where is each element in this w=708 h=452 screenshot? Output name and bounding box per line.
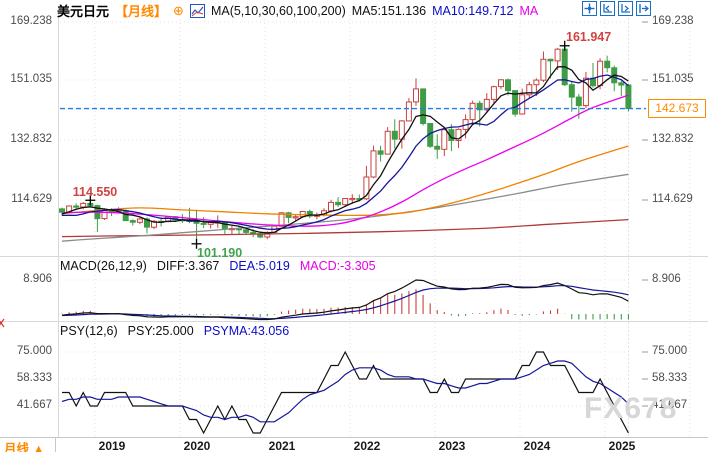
- pan-right-icon: [638, 3, 649, 14]
- zoom-in-icon: [620, 3, 631, 14]
- x-label-2020: 2020: [173, 439, 221, 452]
- crosshair-button[interactable]: [582, 1, 597, 16]
- x-label-2021: 2021: [258, 439, 306, 452]
- annotation-high-2018: 114.550: [64, 185, 126, 199]
- macd-hist-value: MACD:-3.305: [300, 259, 376, 273]
- y-label-left-3: 114.629: [2, 193, 52, 205]
- macd-diff-value: DIFF:3.367: [157, 259, 220, 273]
- pan-right-button[interactable]: [636, 1, 651, 16]
- psyma-value: PSYMA:43.056: [204, 324, 289, 338]
- fx678-watermark: FX678: [584, 392, 677, 426]
- psy-scale-right-1: 58.333: [652, 372, 687, 384]
- macd-header: MACD(26,12,9) DIFF:3.367 DEA:5.019 MACD:…: [60, 259, 376, 273]
- y-label-right-0: 169.238: [652, 15, 694, 27]
- macd-scale-left: 8.906: [2, 273, 52, 285]
- macd-title: MACD(26,12,9): [60, 259, 147, 273]
- ma10-value: MA10:149.712: [432, 4, 513, 18]
- zoom-out-icon: [602, 3, 613, 14]
- psy-value: PSY:25.000: [128, 324, 194, 338]
- expand-icon[interactable]: ⊕: [173, 3, 184, 19]
- x-label-2022: 2022: [343, 439, 391, 452]
- zoom-in-button[interactable]: [618, 1, 633, 16]
- psy-scale-right-0: 75.000: [652, 345, 687, 357]
- chart-app: 美元日元 【月线】 ⊕ MA(5,10,30,60,100,200) MA5:1…: [0, 0, 708, 452]
- annotation-low-2020: 101.190: [197, 246, 242, 260]
- chart-toolbar: [582, 1, 651, 16]
- y-label-right-3: 114.629: [652, 193, 693, 205]
- triangle-up-icon: ▲: [33, 442, 45, 452]
- ma-settings-label: MA(5,10,30,60,100,200): [211, 4, 346, 18]
- ma-more-value: MA: [519, 4, 538, 18]
- x-label-2019: 2019: [88, 439, 136, 452]
- y-label-right-1: 151.035: [652, 73, 694, 85]
- x-label-2024: 2024: [513, 439, 561, 452]
- line-chart-icon[interactable]: [190, 4, 205, 18]
- psy-scale-left-2: 41.667: [2, 399, 52, 411]
- y-label-left-1: 151.035: [2, 73, 52, 85]
- y-label-left-2: 132.832: [2, 133, 52, 145]
- current-price-badge: 142.673: [648, 99, 706, 118]
- x-label-2025: 2025: [598, 439, 646, 452]
- annotation-high-2024: 161.947: [566, 30, 611, 44]
- period-selector[interactable]: 月线 ▲: [4, 438, 45, 452]
- ma5-value: MA5:151.136: [352, 4, 426, 18]
- psy-title: PSY(12,6): [60, 324, 118, 338]
- psy-header: PSY(12,6) PSY:25.000 PSYMA:43.056: [60, 324, 289, 338]
- y-label-left-0: 169.238: [2, 15, 52, 27]
- psy-scale-left-1: 58.333: [2, 372, 52, 384]
- macd-scale-right: 8.906: [652, 273, 681, 285]
- y-label-right-2: 132.832: [652, 133, 694, 145]
- period-selector-label: 月线: [4, 442, 29, 452]
- x-label-2023: 2023: [428, 439, 476, 452]
- symbol-name[interactable]: 美元日元: [57, 1, 109, 20]
- macd-dea-value: DEA:5.019: [229, 259, 289, 273]
- crosshair-icon: [584, 3, 595, 14]
- psy-scale-left-0: 75.000: [2, 345, 52, 357]
- chart-canvas[interactable]: [0, 0, 708, 452]
- period-tag[interactable]: 【月线】: [115, 1, 167, 20]
- chart-header: 美元日元 【月线】 ⊕ MA(5,10,30,60,100,200) MA5:1…: [57, 1, 538, 20]
- zoom-out-button[interactable]: [600, 1, 615, 16]
